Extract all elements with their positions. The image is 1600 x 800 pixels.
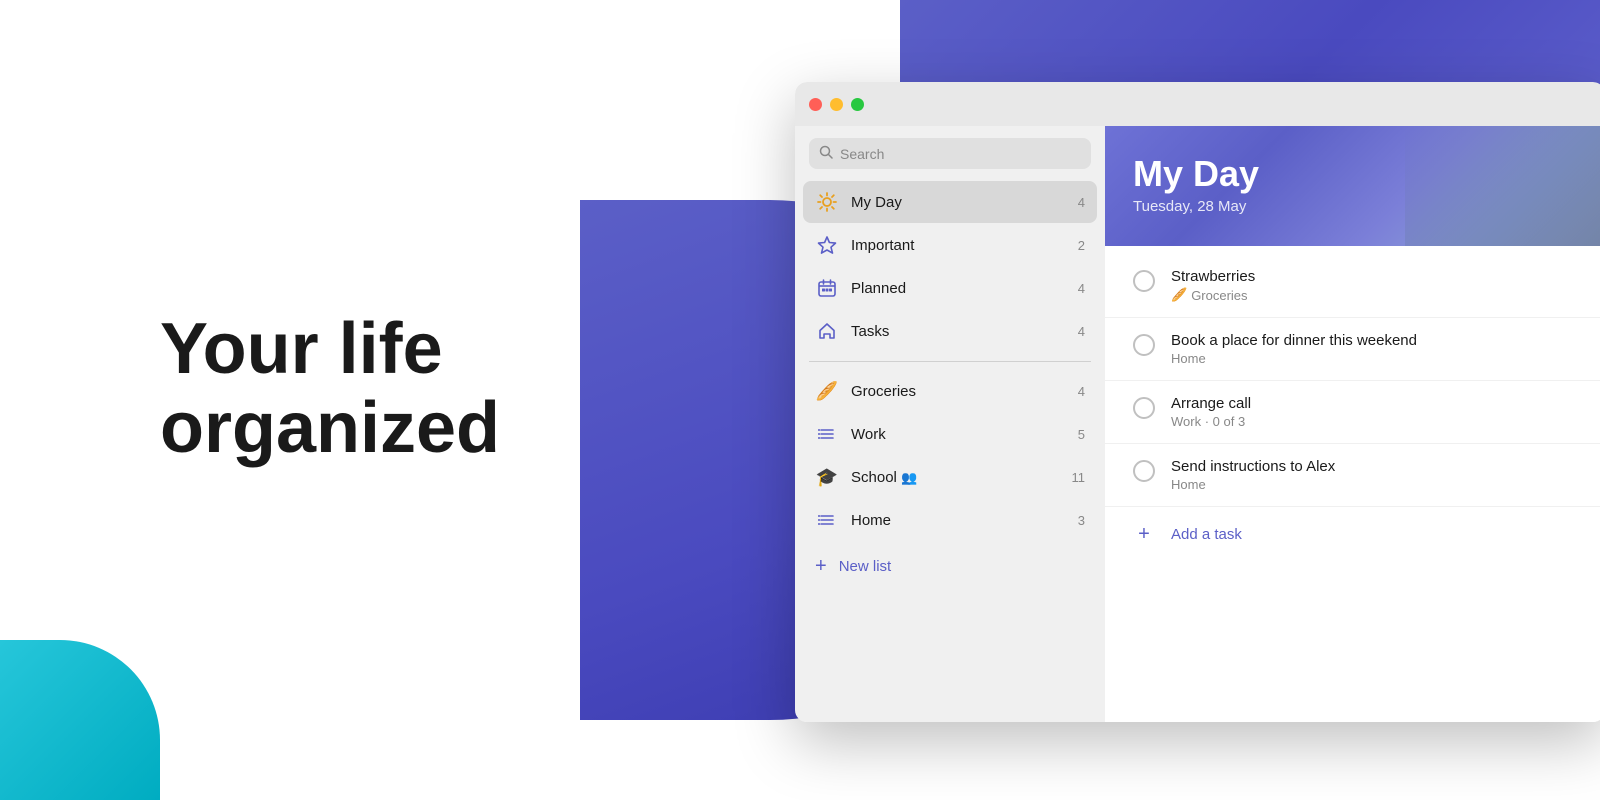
app-window: Search [795, 82, 1600, 722]
maximize-button[interactable] [851, 98, 864, 111]
hero-title: Your life organized [160, 310, 500, 468]
sidebar-item-groceries-count: 4 [1078, 384, 1085, 399]
new-list-plus-icon: + [815, 555, 827, 578]
sun-icon [815, 190, 839, 214]
home-icon [815, 319, 839, 343]
task-checkbox-dinner[interactable] [1133, 334, 1155, 356]
calendar-icon [815, 276, 839, 300]
sidebar-item-planned-count: 4 [1078, 281, 1085, 296]
task-content-dinner: Book a place for dinner this weekend Hom… [1171, 332, 1577, 366]
new-list-button[interactable]: + New list [795, 546, 1105, 587]
task-title-arrange-call: Arrange call [1171, 395, 1577, 412]
task-checkbox-send-instructions[interactable] [1133, 460, 1155, 482]
sidebar-item-home-label: Home [851, 512, 1078, 529]
sidebar-item-my-day[interactable]: My Day 4 [803, 181, 1097, 223]
sidebar-item-work-label: Work [851, 426, 1078, 443]
task-subtitle-arrange-call: Work · 0 of 3 [1171, 414, 1577, 429]
sidebar-item-school-count: 11 [1072, 470, 1086, 485]
main-title: My Day [1133, 154, 1577, 194]
sidebar-divider [809, 361, 1091, 362]
task-subtitle-text-dinner: Home [1171, 351, 1206, 366]
bread-icon: 🥖 [815, 379, 839, 403]
sidebar-item-planned[interactable]: Planned 4 [803, 267, 1097, 309]
sidebar-item-planned-label: Planned [851, 280, 1078, 297]
close-button[interactable] [809, 98, 822, 111]
sidebar-item-school[interactable]: 🎓 School 👥 11 [803, 456, 1097, 498]
task-subtitle-strawberries: 🥖 Groceries [1171, 287, 1577, 303]
graduation-icon: 🎓 [815, 465, 839, 489]
main-header: My Day Tuesday, 28 May [1105, 126, 1600, 246]
task-title-strawberries: Strawberries [1171, 268, 1577, 285]
task-content-send-instructions: Send instructions to Alex Home [1171, 458, 1577, 492]
task-item-send-instructions[interactable]: Send instructions to Alex Home [1105, 444, 1600, 507]
search-icon [819, 145, 833, 162]
sidebar-item-tasks-label: Tasks [851, 323, 1078, 340]
hero-line1: Your life [160, 309, 443, 389]
sidebar-item-important[interactable]: Important 2 [803, 224, 1097, 266]
hero-section: Your life organized [160, 310, 500, 468]
task-subtitle-send-instructions: Home [1171, 477, 1577, 492]
search-placeholder: Search [840, 146, 1081, 162]
task-content-strawberries: Strawberries 🥖 Groceries [1171, 268, 1577, 303]
search-container: Search [795, 126, 1105, 181]
list-icon-work [815, 422, 839, 446]
new-list-label: New list [839, 558, 892, 575]
nav-list: My Day 4 Important 2 [795, 181, 1105, 353]
sidebar-item-home-count: 3 [1078, 513, 1085, 528]
sidebar-item-myday-label: My Day [851, 194, 1078, 211]
hero-line2: organized [160, 388, 500, 468]
sidebar-item-school-label: School 👥 [851, 469, 1072, 486]
app-body: Search [795, 126, 1600, 722]
task-subtitle-text-strawberries: Groceries [1191, 288, 1247, 303]
list-icon-home [815, 508, 839, 532]
traffic-lights [809, 98, 864, 111]
task-checkbox-strawberries[interactable] [1133, 270, 1155, 292]
sidebar-item-important-count: 2 [1078, 238, 1085, 253]
task-subtitle-dinner: Home [1171, 351, 1577, 366]
star-icon [815, 233, 839, 257]
task-title-send-instructions: Send instructions to Alex [1171, 458, 1577, 475]
sidebar-item-myday-count: 4 [1078, 195, 1085, 210]
main-date: Tuesday, 28 May [1133, 198, 1577, 215]
task-title-dinner: Book a place for dinner this weekend [1171, 332, 1577, 349]
add-task-plus-icon: + [1133, 523, 1155, 545]
sidebar-item-important-label: Important [851, 237, 1078, 254]
sidebar-item-groceries[interactable]: 🥖 Groceries 4 [803, 370, 1097, 412]
title-bar [795, 82, 1600, 126]
search-box[interactable]: Search [809, 138, 1091, 169]
sidebar: Search [795, 126, 1105, 722]
task-list: Strawberries 🥖 Groceries Book a place fo… [1105, 246, 1600, 722]
task-item-dinner[interactable]: Book a place for dinner this weekend Hom… [1105, 318, 1600, 381]
task-checkbox-arrange-call[interactable] [1133, 397, 1155, 419]
sidebar-item-groceries-label: Groceries [851, 383, 1078, 400]
task-subtitle-text-send-instructions: Home [1171, 477, 1206, 492]
task-item-strawberries[interactable]: Strawberries 🥖 Groceries [1105, 254, 1600, 318]
sidebar-item-home[interactable]: Home 3 [803, 499, 1097, 541]
sidebar-item-tasks-count: 4 [1078, 324, 1085, 339]
sidebar-item-work-count: 5 [1078, 427, 1085, 442]
bg-shape-bottom-left [0, 640, 160, 800]
task-subtitle-text-arrange-call: Work · 0 of 3 [1171, 414, 1245, 429]
main-panel: My Day Tuesday, 28 May Strawberries 🥖 Gr… [1105, 126, 1600, 722]
add-task-button[interactable]: + Add a task [1105, 507, 1600, 561]
sidebar-item-work[interactable]: Work 5 [803, 413, 1097, 455]
add-task-label: Add a task [1171, 526, 1242, 543]
list-nav: 🥖 Groceries 4 [795, 370, 1105, 542]
minimize-button[interactable] [830, 98, 843, 111]
groceries-tag-icon: 🥖 [1171, 287, 1187, 303]
sidebar-item-tasks[interactable]: Tasks 4 [803, 310, 1097, 352]
task-content-arrange-call: Arrange call Work · 0 of 3 [1171, 395, 1577, 429]
task-item-arrange-call[interactable]: Arrange call Work · 0 of 3 [1105, 381, 1600, 444]
